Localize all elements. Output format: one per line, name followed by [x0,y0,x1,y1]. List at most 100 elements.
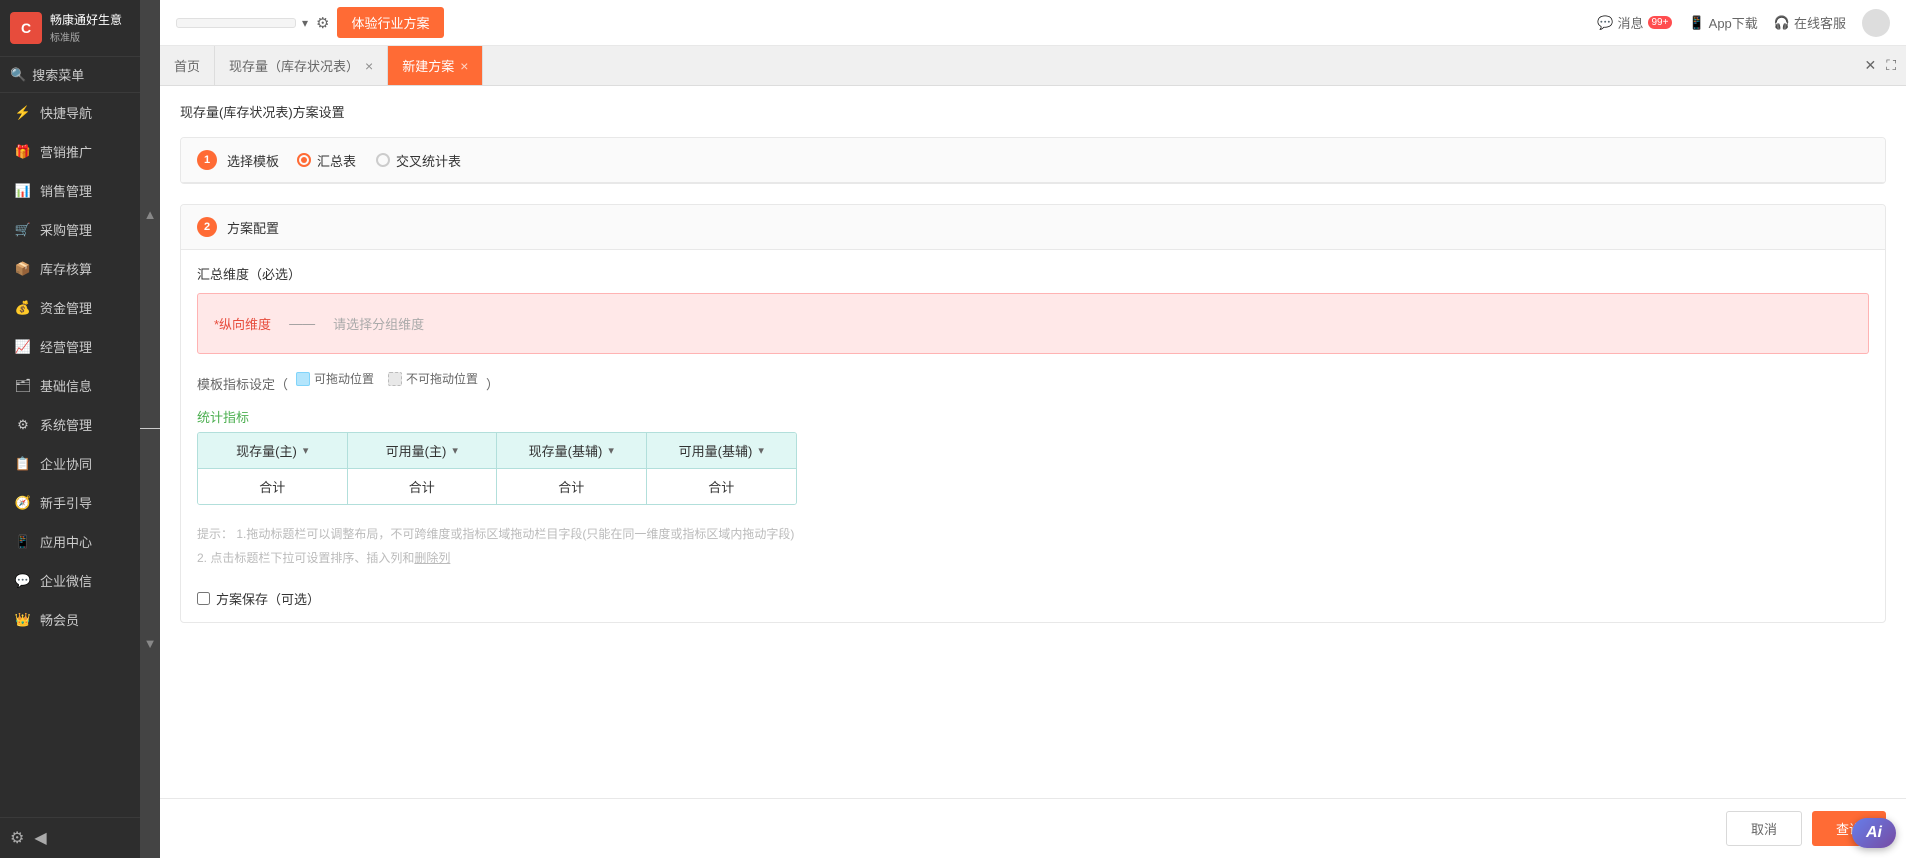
search-dropdown-icon[interactable]: ▾ [302,16,308,30]
operation-icon: 📈 [14,338,32,356]
sidebar-item-system[interactable]: ⚙ 系统管理 [0,405,140,444]
radio-summary[interactable]: 汇总表 [297,151,356,170]
stats-col-1: 现存量(主) ▾ 合计 [198,433,348,504]
draggable-label: 可拖动位置 [314,370,374,387]
topbar: ▾ ⚙ 体验行业方案 💬 消息 99+ 📱 App下载 🎧 在线客服 [160,0,1906,46]
stats-table-header: 现存量(主) ▾ 合计 可用量(主) ▾ 合计 [198,433,796,504]
marketing-icon: 🎁 [14,143,32,161]
sidebar-item-inventory[interactable]: 📦 库存核算 [0,249,140,288]
indicator-settings-close: ） [486,374,499,393]
sidebar-label-sales: 销售管理 [40,181,92,200]
sidebar-item-quick-nav[interactable]: ⚡ 快捷导航 [0,93,140,132]
save-label: 方案保存（可选） [216,589,320,608]
sidebar-label-purchase: 采购管理 [40,220,92,239]
sidebar-item-purchase[interactable]: 🛒 采购管理 [0,210,140,249]
stats-col-chevron-1[interactable]: ▾ [303,444,309,457]
tabbar: 首页 现存量（库存状况表） × 新建方案 × ✕ ⛶ [160,46,1906,86]
sidebar-item-marketing[interactable]: 🎁 营销推广 [0,132,140,171]
cancel-button[interactable]: 取消 [1726,811,1802,846]
close-window-icon[interactable]: ✕ [1864,57,1876,74]
dimension-placeholder: 请选择分组维度 [333,314,424,333]
stats-col-header-label-1: 现存量(主) [236,441,297,460]
sidebar: C 畅康通好生意 标准版 🔍 搜索菜单 ⚡ 快捷导航 🎁 营销推广 📊 销售管理… [0,0,140,858]
legend-items: 可拖动位置 不可拖动位置 [296,370,478,387]
stats-col-chevron-3[interactable]: ▾ [608,444,614,457]
stats-title: 统计指标 [197,407,1869,426]
user-avatar[interactable] [1862,9,1890,37]
search-menu-label: 搜索菜单 [32,65,84,84]
logo-icon: C [10,12,42,44]
industry-button[interactable]: 体验行业方案 [337,7,443,38]
sidebar-item-finance[interactable]: 💰 资金管理 [0,288,140,327]
dimension-required-label: *纵向维度 [214,314,271,333]
tab-new-scheme[interactable]: 新建方案 × [388,46,483,85]
stats-col-chevron-2[interactable]: ▾ [452,444,458,457]
topbar-search-box [176,18,296,28]
search-icon: 🔍 [10,67,26,83]
stats-col-body-2: 合计 [348,469,498,504]
step1-title: 选择模板 [227,151,279,170]
ai-badge[interactable]: Ai [1852,818,1896,848]
stats-col-header-4[interactable]: 可用量(基辅) ▾ [647,433,797,469]
tab-new-scheme-close-icon[interactable]: × [460,59,468,73]
settings-icon[interactable]: ⚙ [10,828,24,848]
sidebar-label-member: 畅会员 [40,610,79,629]
stats-col-header-3[interactable]: 现存量(基辅) ▾ [497,433,647,469]
sidebar-search[interactable]: 🔍 搜索菜单 [0,57,140,93]
tab-home[interactable]: 首页 [160,46,215,85]
hints-section: 提示： 1.拖动标题栏可以调整布局，不可跨维度或指标区域拖动栏目字段(只能在同一… [197,524,1869,569]
message-icon: 💬 [1597,15,1613,31]
sidebar-item-guide[interactable]: 🧭 新手引导 [0,483,140,522]
sidebar-item-member[interactable]: 👑 畅会员 [0,600,140,639]
stats-col-body-4: 合计 [647,469,797,504]
draggable-box [296,372,310,386]
topbar-gear-icon[interactable]: ⚙ [316,14,329,32]
collapse-icon[interactable]: ◀ [34,828,46,848]
inventory-icon: 📦 [14,260,32,278]
radio-summary-circle [297,153,311,167]
indicator-settings-label: 模板指标设定（ [197,374,288,393]
stats-col-header-2[interactable]: 可用量(主) ▾ [348,433,498,469]
contract-icon: 📋 [14,455,32,473]
app-version: 标准版 [50,29,122,44]
step2-header: 2 方案配置 [181,205,1885,250]
radio-cross[interactable]: 交叉统计表 [376,151,461,170]
sidebar-label-quick-nav: 快捷导航 [40,103,92,122]
tab-inventory-status[interactable]: 现存量（库存状况表） × [215,46,388,85]
sidebar-item-basic-info[interactable]: 🗂 基础信息 [0,366,140,405]
stats-col-header-1[interactable]: 现存量(主) ▾ [198,433,348,469]
app-download-action[interactable]: 📱 App下载 [1688,13,1757,32]
save-checkbox[interactable] [197,592,210,605]
message-action[interactable]: 💬 消息 99+ [1597,13,1672,32]
sidebar-item-app-center[interactable]: 📱 应用中心 [0,522,140,561]
stats-col-chevron-4[interactable]: ▾ [758,444,764,457]
sidebar-item-operation[interactable]: 📈 经营管理 [0,327,140,366]
search-area: ▾ [176,16,308,30]
scroll-up-btn[interactable]: ▲ [140,0,160,429]
step1-header: 1 选择模板 汇总表 交叉统计表 [181,138,1885,183]
message-badge: 99+ [1648,16,1673,29]
sidebar-item-wechat[interactable]: 💬 企业微信 [0,561,140,600]
dimension-dash: —— [289,316,315,331]
online-service-label: 在线客服 [1794,13,1846,32]
scroll-down-btn[interactable]: ▼ [140,429,160,858]
sidebar-label-app-center: 应用中心 [40,532,92,551]
dimension-section-label: 汇总维度（必选） [197,264,1869,283]
sidebar-label-guide: 新手引导 [40,493,92,512]
dimension-box[interactable]: *纵向维度 —— 请选择分组维度 [197,293,1869,354]
sidebar-label-wechat: 企业微信 [40,571,92,590]
tabbar-right: ✕ ⛶ [1854,46,1906,85]
hint-1: 提示： 1.拖动标题栏可以调整布局，不可跨维度或指标区域拖动栏目字段(只能在同一… [197,524,1869,546]
page-title: 现存量(库存状况表)方案设置 [180,102,1886,121]
download-icon: 📱 [1688,15,1704,31]
sidebar-label-marketing: 营销推广 [40,142,92,161]
tab-inventory-close-icon[interactable]: × [365,59,373,73]
sidebar-item-sales[interactable]: 📊 销售管理 [0,171,140,210]
step1-section: 1 选择模板 汇总表 交叉统计表 [180,137,1886,184]
sidebar-item-contract[interactable]: 📋 企业协同 [0,444,140,483]
radio-cross-circle [376,153,390,167]
sidebar-label-basic-info: 基础信息 [40,376,92,395]
guide-icon: 🧭 [14,494,32,512]
expand-icon[interactable]: ⛶ [1886,57,1896,74]
online-service-action[interactable]: 🎧 在线客服 [1774,13,1846,32]
